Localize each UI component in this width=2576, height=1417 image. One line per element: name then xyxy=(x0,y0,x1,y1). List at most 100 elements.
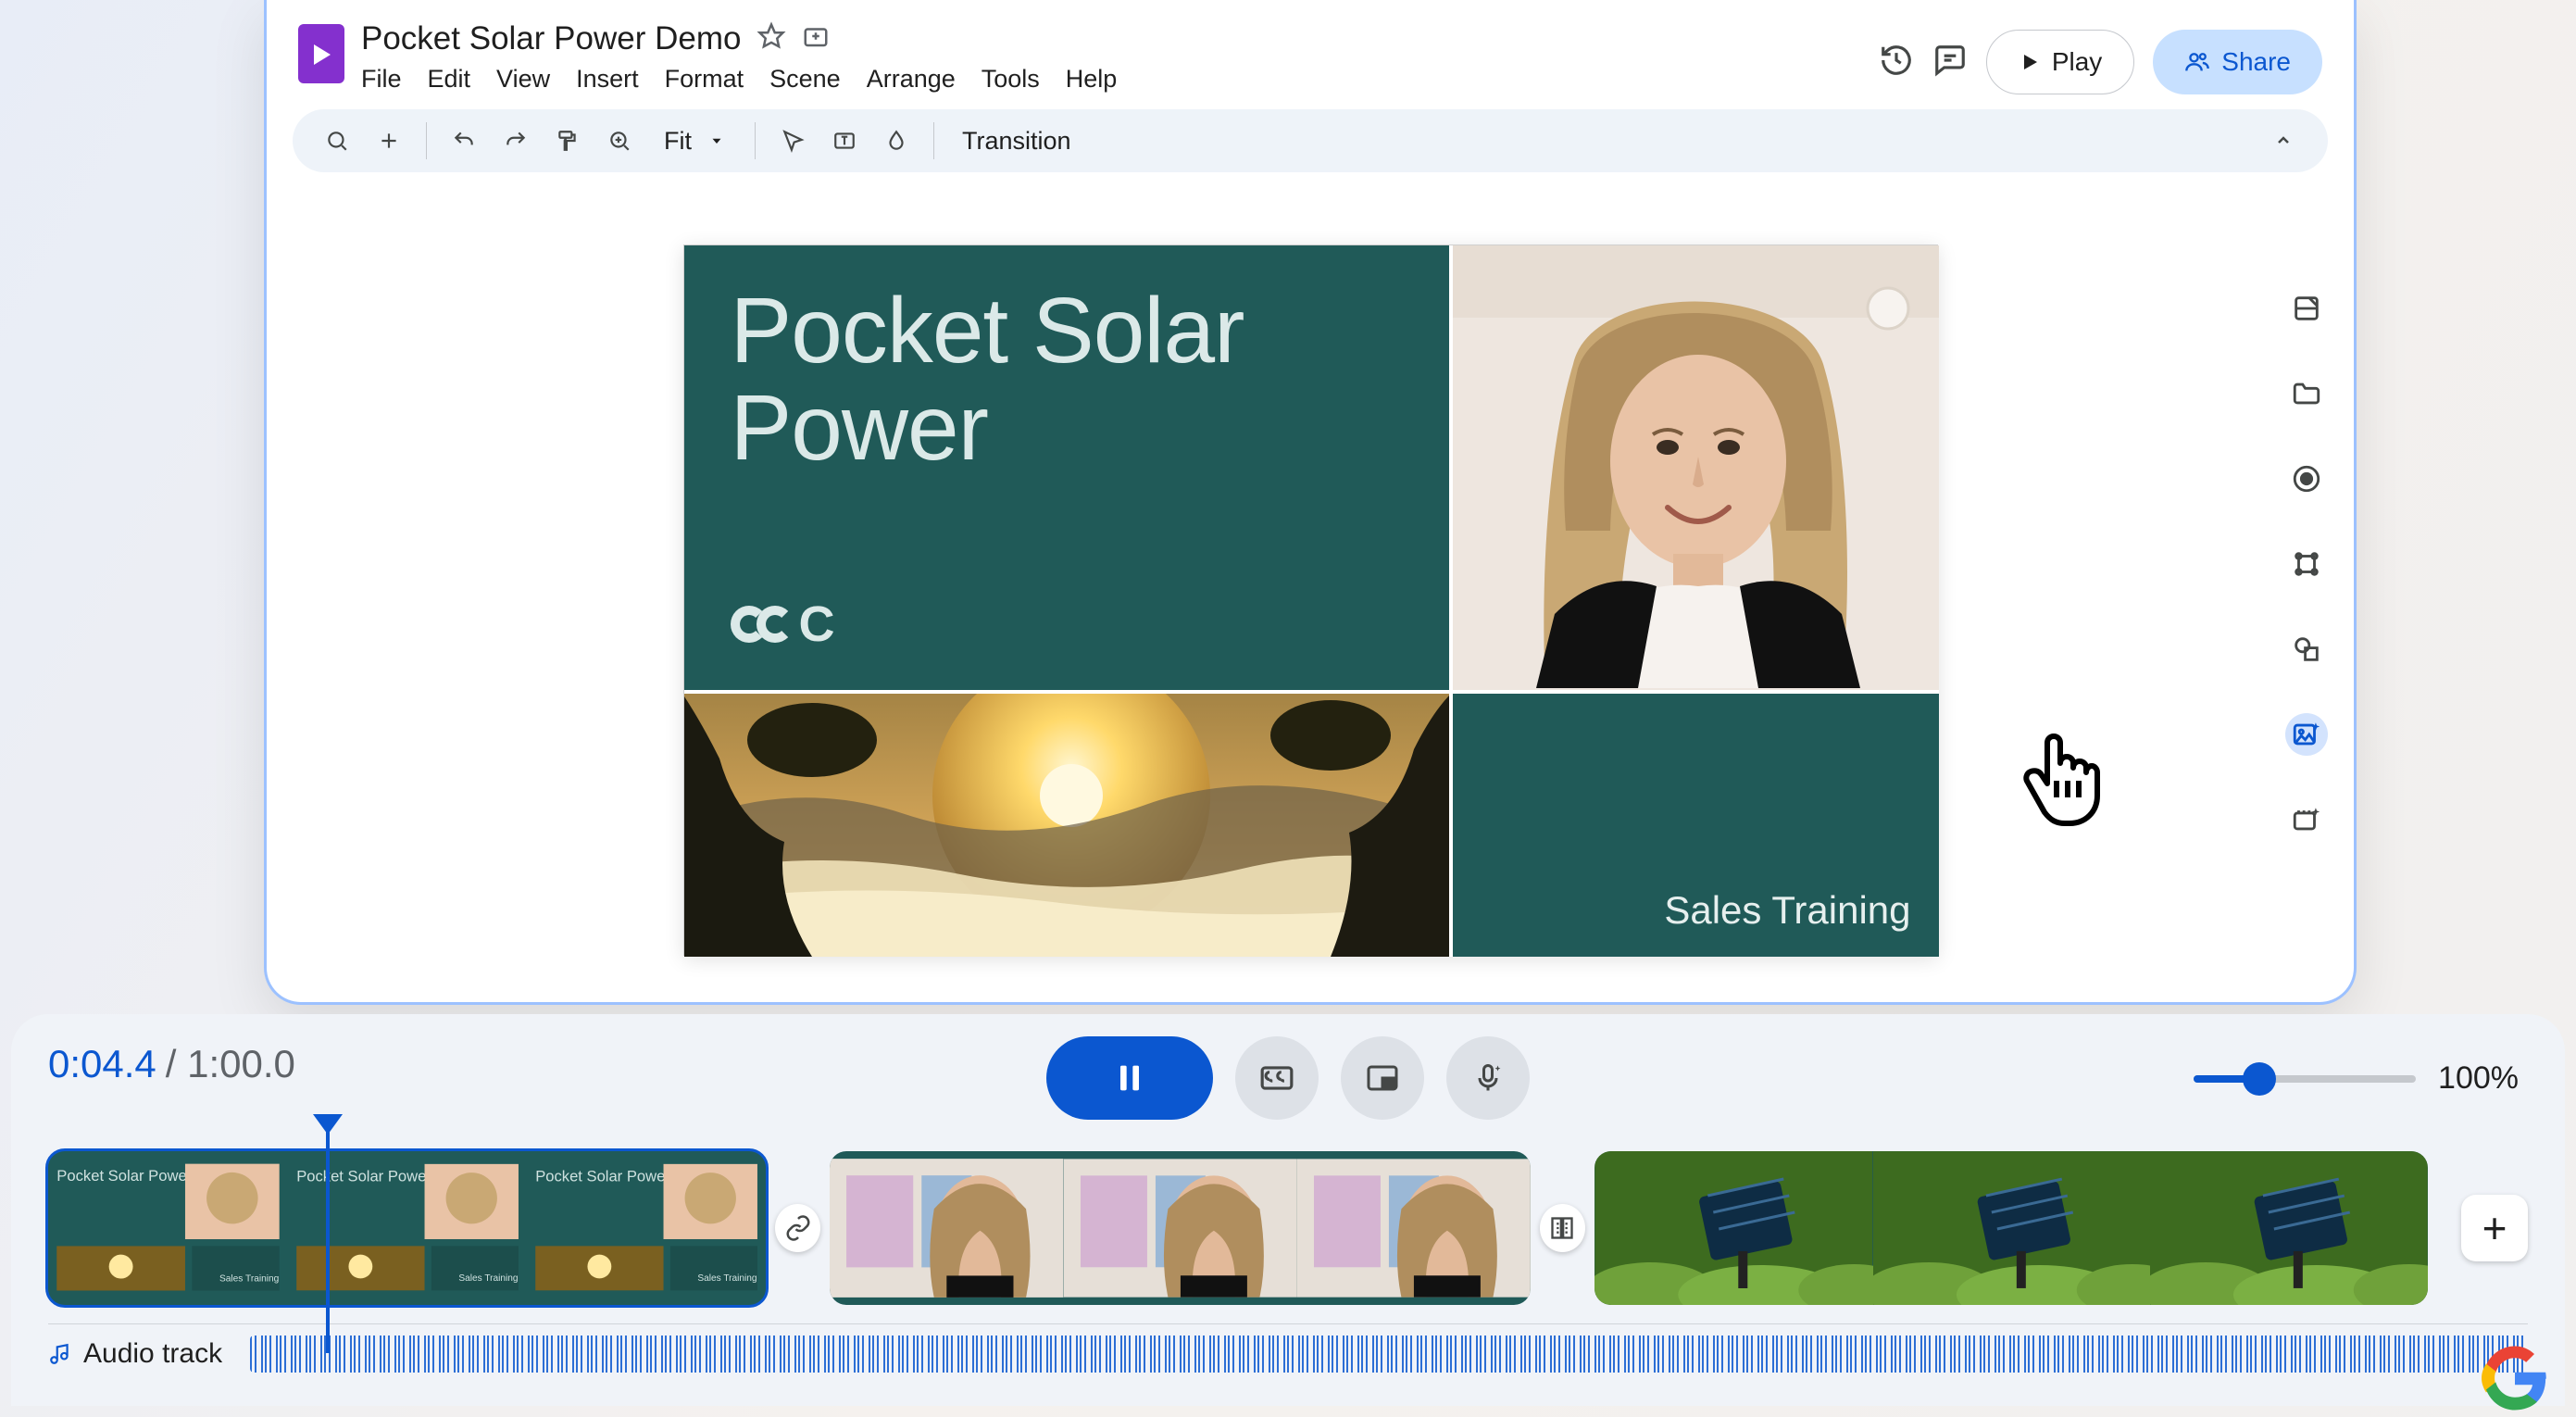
svg-text:Pocket Solar Power: Pocket Solar Power xyxy=(296,1167,431,1185)
menu-format[interactable]: Format xyxy=(665,65,744,94)
themes-icon[interactable] xyxy=(2285,287,2328,330)
clip-link-icon[interactable] xyxy=(775,1204,820,1252)
clip-thumb xyxy=(1064,1151,1297,1305)
timeline-panel: 0:04.4 / 1:00.0 100% xyxy=(11,1014,2565,1406)
move-icon[interactable] xyxy=(802,22,830,56)
playhead[interactable] xyxy=(326,1131,330,1353)
playback-controls xyxy=(1046,1036,1530,1120)
star-icon[interactable] xyxy=(757,22,785,56)
title-actions: Play Share xyxy=(1879,30,2322,94)
scene-gen-icon[interactable] xyxy=(2285,798,2328,841)
google-logo-icon xyxy=(2482,1345,2548,1411)
menu-scene[interactable]: Scene xyxy=(769,65,841,94)
select-tool-icon[interactable] xyxy=(770,119,815,163)
clip-thumb: Pocket Solar Power Sales Training xyxy=(48,1151,288,1305)
pause-icon xyxy=(1111,1060,1148,1097)
clip-thumb xyxy=(2150,1151,2428,1305)
search-icon[interactable] xyxy=(315,119,359,163)
transition-button[interactable]: Transition xyxy=(949,127,1084,156)
play-icon xyxy=(2019,51,2041,73)
clip-thumb xyxy=(830,1151,1064,1305)
title-bar: Pocket Solar Power Demo File Edit View I… xyxy=(267,0,2354,94)
menu-edit[interactable]: Edit xyxy=(428,65,471,94)
menu-tools[interactable]: Tools xyxy=(982,65,1040,94)
comment-icon[interactable] xyxy=(1932,43,1968,82)
timeline-time: 0:04.4 / 1:00.0 xyxy=(48,1042,295,1086)
menu-arrange[interactable]: Arrange xyxy=(867,65,956,94)
record-icon[interactable] xyxy=(2285,458,2328,500)
svg-text:Pocket Solar Power: Pocket Solar Power xyxy=(56,1167,192,1185)
zoom-value: 100% xyxy=(2438,1060,2519,1097)
textbox-icon[interactable] xyxy=(822,119,867,163)
clip-group-2[interactable] xyxy=(830,1151,1530,1305)
svg-text:Sales Training: Sales Training xyxy=(458,1273,518,1284)
slide-title-text: Pocket Solar Power xyxy=(731,282,1403,477)
voiceover-button[interactable] xyxy=(1446,1036,1530,1120)
audio-waveform[interactable] xyxy=(250,1335,2528,1373)
stage-area: Pocket Solar Power C xyxy=(267,222,2354,1002)
redo-icon[interactable] xyxy=(494,119,538,163)
svg-text:Pocket Solar Power: Pocket Solar Power xyxy=(535,1167,670,1185)
slide-canvas[interactable]: Pocket Solar Power C xyxy=(683,245,1938,956)
clip-group-1[interactable]: Pocket Solar Power Sales Training Pocket… xyxy=(48,1151,766,1305)
fill-icon[interactable] xyxy=(874,119,919,163)
menu-view[interactable]: View xyxy=(496,65,550,94)
svg-text:Sales Training: Sales Training xyxy=(698,1273,757,1284)
shapes-icon[interactable] xyxy=(2285,628,2328,671)
layout-icon[interactable] xyxy=(2285,543,2328,585)
timeline-zoom: 100% xyxy=(2194,1060,2519,1097)
slide-scenery-image xyxy=(684,694,1453,957)
play-label: Play xyxy=(2052,47,2102,77)
clip-thumb xyxy=(1873,1151,2151,1305)
chevron-down-icon xyxy=(708,132,725,149)
right-rail xyxy=(2285,287,2328,841)
audio-track-label: Audio track xyxy=(48,1338,235,1370)
folder-icon[interactable] xyxy=(2285,372,2328,415)
pip-button[interactable] xyxy=(1341,1036,1424,1120)
svg-text:Sales Training: Sales Training xyxy=(219,1273,279,1284)
app-icon[interactable] xyxy=(298,24,344,83)
collapse-toolbar-icon[interactable] xyxy=(2261,119,2306,163)
paint-format-icon[interactable] xyxy=(545,119,590,163)
slide-logo: C xyxy=(731,596,1403,653)
title-column: Pocket Solar Power Demo File Edit View I… xyxy=(361,20,1862,94)
history-icon[interactable] xyxy=(1879,43,1914,82)
menu-insert[interactable]: Insert xyxy=(576,65,639,94)
menu-help[interactable]: Help xyxy=(1066,65,1118,94)
add-icon[interactable] xyxy=(367,119,411,163)
menu-bar: File Edit View Insert Format Scene Arran… xyxy=(361,65,1862,94)
zoom-in-icon[interactable] xyxy=(597,119,642,163)
mic-sparkle-icon xyxy=(1471,1061,1505,1095)
slide-presenter-video xyxy=(1453,245,1939,694)
menu-file[interactable]: File xyxy=(361,65,402,94)
pip-icon xyxy=(1366,1061,1399,1095)
captions-icon xyxy=(1259,1060,1294,1096)
total-duration: 1:00.0 xyxy=(187,1042,295,1085)
doc-title[interactable]: Pocket Solar Power Demo xyxy=(361,20,741,57)
clip-group-3[interactable] xyxy=(1594,1151,2428,1305)
play-button[interactable]: Play xyxy=(1986,30,2134,94)
share-button[interactable]: Share xyxy=(2153,30,2322,94)
clip-thumb: Pocket Solar Power Sales Training xyxy=(527,1151,766,1305)
clip-thumb xyxy=(1297,1151,1531,1305)
clips-row: Pocket Solar Power Sales Training Pocket… xyxy=(48,1151,2528,1305)
share-label: Share xyxy=(2221,47,2291,77)
zoom-slider[interactable] xyxy=(2194,1075,2416,1083)
zoom-fit-dropdown[interactable]: Fit xyxy=(649,119,740,163)
people-icon xyxy=(2184,49,2210,75)
current-time: 0:04.4 xyxy=(48,1042,156,1086)
slide-subtitle-panel: Sales Training xyxy=(1453,694,1939,957)
editor-window: Pocket Solar Power Demo File Edit View I… xyxy=(264,0,2357,1005)
clip-thumb: Pocket Solar Power Sales Training xyxy=(288,1151,527,1305)
music-note-icon xyxy=(48,1342,72,1366)
pause-button[interactable] xyxy=(1046,1036,1213,1120)
audio-track-row[interactable]: Audio track xyxy=(48,1323,2528,1373)
zoom-fit-label: Fit xyxy=(664,127,692,156)
slide-subtitle-text: Sales Training xyxy=(1664,888,1910,933)
captions-button[interactable] xyxy=(1235,1036,1319,1120)
toolbar: Fit Transition xyxy=(293,109,2328,172)
image-gen-icon[interactable] xyxy=(2285,713,2328,756)
undo-icon[interactable] xyxy=(442,119,486,163)
add-clip-button[interactable]: + xyxy=(2461,1195,2528,1261)
clip-transition-icon[interactable] xyxy=(1540,1204,1585,1252)
